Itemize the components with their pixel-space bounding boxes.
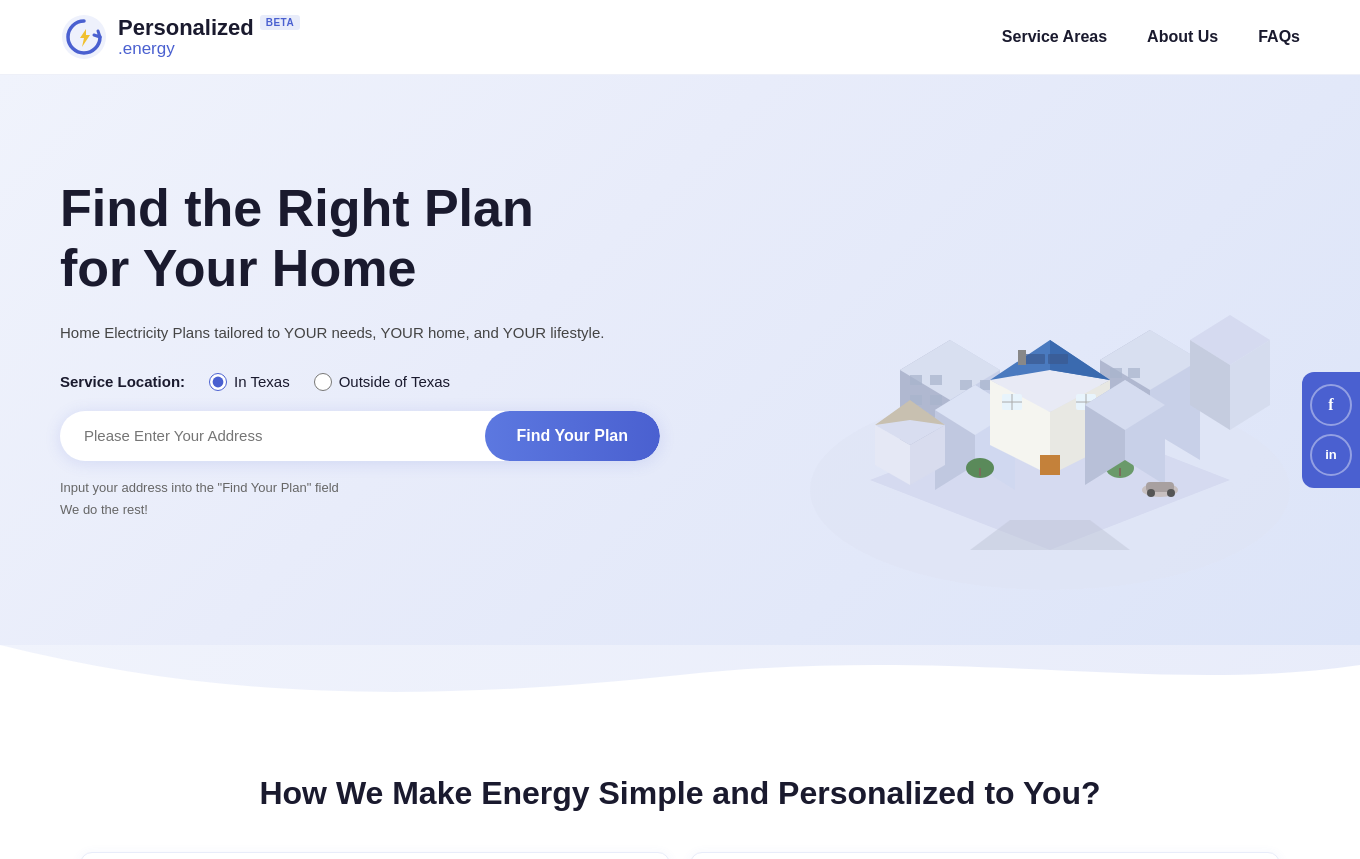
- svg-rect-37: [979, 468, 981, 476]
- hero-title-line1: Find the Right Plan: [60, 179, 534, 237]
- radio-outside-label: Outside of Texas: [339, 373, 450, 390]
- hero-hint-line2: We do the rest!: [60, 499, 660, 521]
- logo-text: Personalized BETA .energy: [118, 16, 300, 59]
- hero-hint: Input your address into the "Find Your P…: [60, 477, 660, 521]
- address-input[interactable]: [60, 411, 485, 461]
- svg-point-50: [1167, 489, 1175, 497]
- svg-rect-9: [930, 395, 942, 405]
- linkedin-button[interactable]: in: [1310, 434, 1352, 476]
- how-section-title: How We Make Energy Simple and Personaliz…: [60, 775, 1300, 812]
- service-location-label: Service Location:: [60, 373, 185, 390]
- svg-rect-15: [1110, 368, 1122, 378]
- find-plan-button[interactable]: Find Your Plan: [485, 411, 660, 461]
- nav-service-areas[interactable]: Service Areas: [1002, 28, 1107, 46]
- logo[interactable]: Personalized BETA .energy: [60, 13, 300, 61]
- how-section: How We Make Energy Simple and Personaliz…: [0, 705, 1360, 859]
- hero-subtitle: Home Electricity Plans tailored to YOUR …: [60, 322, 660, 345]
- radio-in-texas[interactable]: In Texas: [209, 373, 290, 391]
- logo-brand-name: Personalized: [118, 15, 254, 40]
- radio-texas-label: In Texas: [234, 373, 290, 390]
- svg-rect-54: [1018, 350, 1026, 365]
- svg-rect-39: [1119, 468, 1121, 476]
- svg-rect-7: [930, 375, 942, 385]
- social-sidebar: f in: [1302, 372, 1360, 488]
- logo-domain: .energy: [118, 40, 300, 59]
- site-header: Personalized BETA .energy Service Areas A…: [0, 0, 1360, 75]
- hero-hint-line1: Input your address into the "Find Your P…: [60, 477, 660, 499]
- linkedin-icon: in: [1325, 447, 1337, 462]
- search-row: Find Your Plan: [60, 411, 660, 461]
- radio-outside-texas[interactable]: Outside of Texas: [314, 373, 450, 391]
- logo-icon: [60, 13, 108, 61]
- hero-title: Find the Right Plan for Your Home: [60, 179, 660, 299]
- feature-card-1: Our AI-Powered Search Engine compares ev…: [80, 852, 670, 859]
- svg-rect-35: [1048, 354, 1068, 364]
- beta-badge: BETA: [260, 15, 300, 30]
- nav-about-us[interactable]: About Us: [1147, 28, 1218, 46]
- hero-content: Find the Right Plan for Your Home Home E…: [60, 179, 660, 521]
- main-nav: Service Areas About Us FAQs: [1002, 28, 1300, 46]
- svg-marker-27: [1040, 455, 1060, 475]
- radio-outside-input[interactable]: [314, 373, 332, 391]
- hero-illustration: [740, 75, 1360, 645]
- feature-cards-grid: Our AI-Powered Search Engine compares ev…: [80, 852, 1280, 859]
- wave-divider: [0, 645, 1360, 705]
- svg-rect-6: [910, 375, 922, 385]
- nav-faqs[interactable]: FAQs: [1258, 28, 1300, 46]
- facebook-button[interactable]: f: [1310, 384, 1352, 426]
- hero-section: Find the Right Plan for Your Home Home E…: [0, 75, 1360, 645]
- city-svg: [770, 120, 1330, 600]
- svg-rect-34: [1025, 354, 1045, 364]
- svg-rect-16: [1128, 368, 1140, 378]
- radio-texas-input[interactable]: [209, 373, 227, 391]
- hero-title-line2: for Your Home: [60, 239, 416, 297]
- svg-point-49: [1147, 489, 1155, 497]
- service-location-row: Service Location: In Texas Outside of Te…: [60, 373, 660, 391]
- facebook-icon: f: [1328, 396, 1333, 414]
- feature-card-2: By analyzing your home location and pers…: [690, 852, 1280, 859]
